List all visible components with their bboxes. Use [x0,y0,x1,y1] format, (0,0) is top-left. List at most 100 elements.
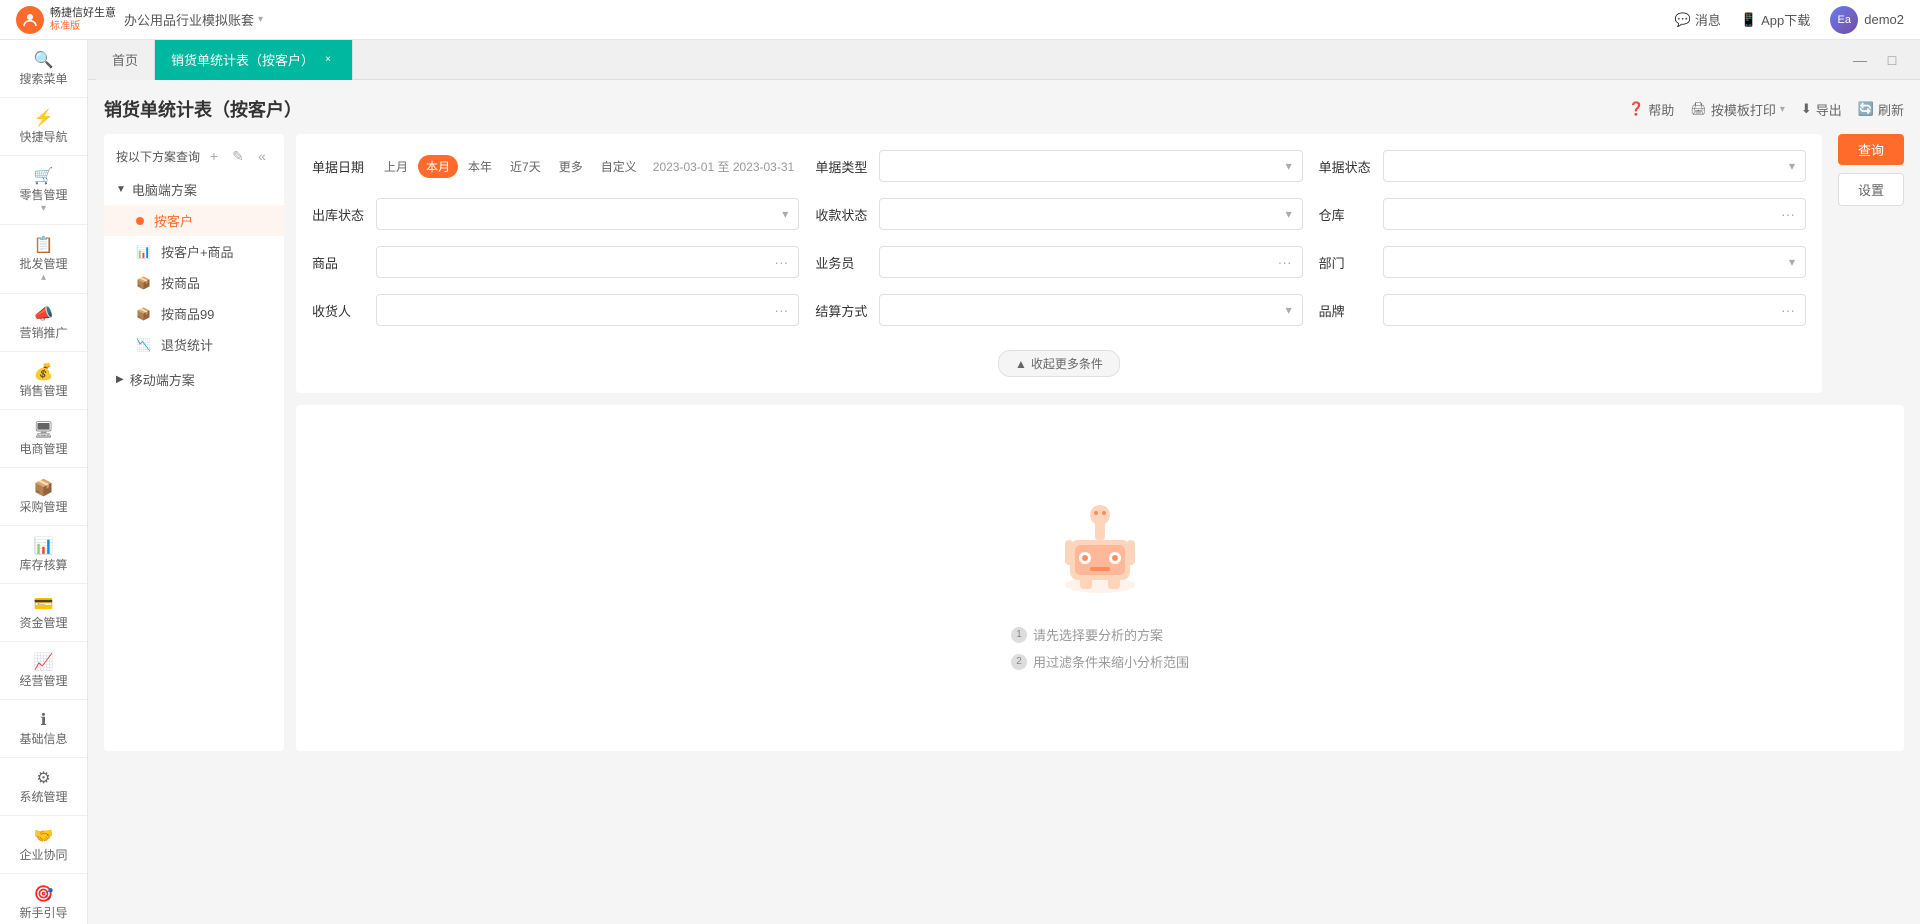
sidebar-item-inventory[interactable]: 📊 库存核算 [0,526,87,584]
user-menu[interactable]: Ea demo2 [1830,6,1904,34]
receipt-status-chevron: ▾ [1286,207,1292,221]
salesperson-select[interactable]: ··· [879,246,1302,278]
empty-icon [1040,485,1160,605]
collapse-row: ▲ 收起更多条件 [312,342,1806,377]
scheme-item-icon-4: 📉 [136,338,151,352]
mobile-category-expand-icon: ▶ [116,374,124,385]
scheme-item-icon-2: 📦 [136,276,151,290]
collapse-btn[interactable]: ▲ 收起更多条件 [998,350,1120,377]
sidebar-item-newbie[interactable]: 🎯 新手引导 [0,874,87,924]
scheme-category-mobile[interactable]: ▶ 移动端方案 [104,364,284,395]
help-icon: ❓ [1628,101,1644,117]
scheme-header: 按以下方案查询 + ✎ « [104,146,284,174]
sidebar-item-retail[interactable]: 🛒 零售管理 ▾ [0,156,87,225]
scheme-collapse-btn[interactable]: « [252,146,272,166]
out-status-chevron: ▾ [782,207,788,221]
scheme-category-desktop[interactable]: ▼ 电脑端方案 [104,174,284,205]
date-tab-thisyear[interactable]: 本年 [460,155,500,178]
export-btn[interactable]: ⬇ 导出 [1801,100,1842,119]
receiver-dots: ··· [774,302,788,318]
receiver-select[interactable]: ··· [376,294,799,326]
refresh-btn[interactable]: 🔄 刷新 [1858,100,1904,119]
scheme-edit-btn[interactable]: ✎ [228,146,248,166]
scheme-item-goods99[interactable]: 📦 按商品99 [104,298,284,329]
date-tab-custom[interactable]: 自定义 [593,155,645,178]
sidebar-item-search[interactable]: 🔍 搜索菜单 [0,40,87,98]
filter-receiver: 收货人 ··· [312,294,799,326]
message-icon: 💬 [1675,12,1691,28]
app-download-btn[interactable]: 📱 App下载 [1741,10,1810,29]
filter-row-2: 出库状态 ▾ 收款状态 [312,198,1806,230]
tab-sales-stats[interactable]: 销货单统计表（按客户） × [155,40,353,80]
filter-row-4: 收货人 ··· 结算方式 [312,294,1806,326]
page-title: 销货单统计表（按客户） [104,96,302,122]
filter-out-status: 出库状态 ▾ [312,198,799,230]
page-content: 销货单统计表（按客户） ❓ 帮助 🖨 按模板打印 ▾ ⬇ 导出 [88,80,1920,924]
settings-btn[interactable]: 设置 [1838,173,1904,206]
scheme-header-actions: + ✎ « [204,146,272,166]
bill-type-select[interactable]: ▾ [879,150,1302,182]
date-tab-more[interactable]: 更多 [551,155,591,178]
filter-bill-status: 单据状态 ▾ [1319,150,1806,182]
date-tab-7days[interactable]: 近7天 [502,155,549,178]
out-status-select[interactable]: ▾ [376,198,799,230]
sidebar-item-basicinfo[interactable]: ℹ 基础信息 [0,700,87,758]
results-panel: 1 请先选择要分析的方案 2 用过滤条件来缩小分析范围 [296,405,1904,751]
scheme-item-goods[interactable]: 📦 按商品 [104,267,284,298]
bill-status-select[interactable]: ▾ [1383,150,1806,182]
filter-bill-type: 单据类型 ▾ [815,150,1302,182]
logo-area: 畅捷信好生意 标准版 [16,6,116,34]
salesperson-dots: ··· [1278,254,1292,270]
bill-type-chevron: ▾ [1286,159,1292,173]
header-left: 畅捷信好生意 标准版 办公用品行业模拟账套 ▾ [16,6,263,34]
help-btn[interactable]: ❓ 帮助 [1628,100,1674,119]
sidebar-item-purchase[interactable]: 📦 采购管理 [0,468,87,526]
sidebar-item-collab[interactable]: 🤝 企业协同 [0,816,87,874]
receipt-status-select[interactable]: ▾ [879,198,1302,230]
empty-tip-2: 2 用过滤条件来缩小分析范围 [1011,652,1189,671]
goods-dots: ··· [774,254,788,270]
sidebar-item-system[interactable]: ⚙ 系统管理 [0,758,87,816]
print-btn[interactable]: 🖨 按模板打印 ▾ [1690,100,1785,119]
warehouse-select[interactable]: ··· [1383,198,1806,230]
tab-maximize-btn[interactable]: □ [1880,48,1904,72]
sidebar-item-wholesale[interactable]: 📋 批发管理 ▴ [0,225,87,294]
page-actions: ❓ 帮助 🖨 按模板打印 ▾ ⬇ 导出 🔄 刷新 [1628,100,1904,119]
settle-method-select[interactable]: ▾ [879,294,1302,326]
settle-method-chevron: ▾ [1286,303,1292,317]
app-selector-arrow: ▾ [258,14,263,25]
filter-department: 部门 ▾ [1319,246,1806,278]
scheme-item-returns[interactable]: 📉 退货统计 [104,329,284,360]
sidebar-item-quicknav[interactable]: ⚡ 快捷导航 [0,98,87,156]
empty-tip-1: 1 请先选择要分析的方案 [1011,625,1189,644]
message-btn[interactable]: 💬 消息 [1675,10,1721,29]
scheme-active-indicator [136,217,144,225]
query-buttons: 查询 设置 [1838,134,1904,393]
scheme-panel: 按以下方案查询 + ✎ « ▼ 电脑端方案 [104,134,284,751]
query-btn[interactable]: 查询 [1838,134,1904,165]
date-tab-thismonth[interactable]: 本月 [418,155,458,178]
scheme-add-btn[interactable]: + [204,146,224,166]
tab-minimize-btn[interactable]: — [1848,48,1872,72]
filter-panel: 单据日期 上月 本月 本年 近7天 更多 自定义 [296,134,1822,393]
header-right: 💬 消息 📱 App下载 Ea demo2 [1675,6,1904,34]
filter-settle-method: 结算方式 ▾ [815,294,1302,326]
scheme-item-customer-goods[interactable]: 📊 按客户+商品 [104,236,284,267]
goods-select[interactable]: ··· [376,246,799,278]
print-arrow-icon: ▾ [1780,104,1785,115]
tab-home[interactable]: 首页 [96,40,155,80]
sidebar-item-operation[interactable]: 📈 经营管理 [0,642,87,700]
app-selector[interactable]: 办公用品行业模拟账套 ▾ [124,10,263,29]
date-tab-lastmonth[interactable]: 上月 [376,155,416,178]
department-select[interactable]: ▾ [1383,246,1806,278]
sidebar-item-marketing[interactable]: 📣 营销推广 [0,294,87,352]
sidebar-item-ecommerce[interactable]: 🖥 电商管理 [0,410,87,468]
sidebar-item-finance[interactable]: 💳 资金管理 [0,584,87,642]
scheme-item-customer[interactable]: 按客户 [104,205,284,236]
sidebar-item-sales[interactable]: 💰 销售管理 [0,352,87,410]
brand-select[interactable]: ··· [1383,294,1806,326]
page-header: 销货单统计表（按客户） ❓ 帮助 🖨 按模板打印 ▾ ⬇ 导出 [104,96,1904,122]
main-layout: 🔍 搜索菜单 ⚡ 快捷导航 🛒 零售管理 ▾ 📋 批发管理 ▴ 📣 营销推广 💰… [0,40,1920,924]
empty-state: 1 请先选择要分析的方案 2 用过滤条件来缩小分析范围 [296,405,1904,751]
tab-close-btn[interactable]: × [320,52,336,68]
